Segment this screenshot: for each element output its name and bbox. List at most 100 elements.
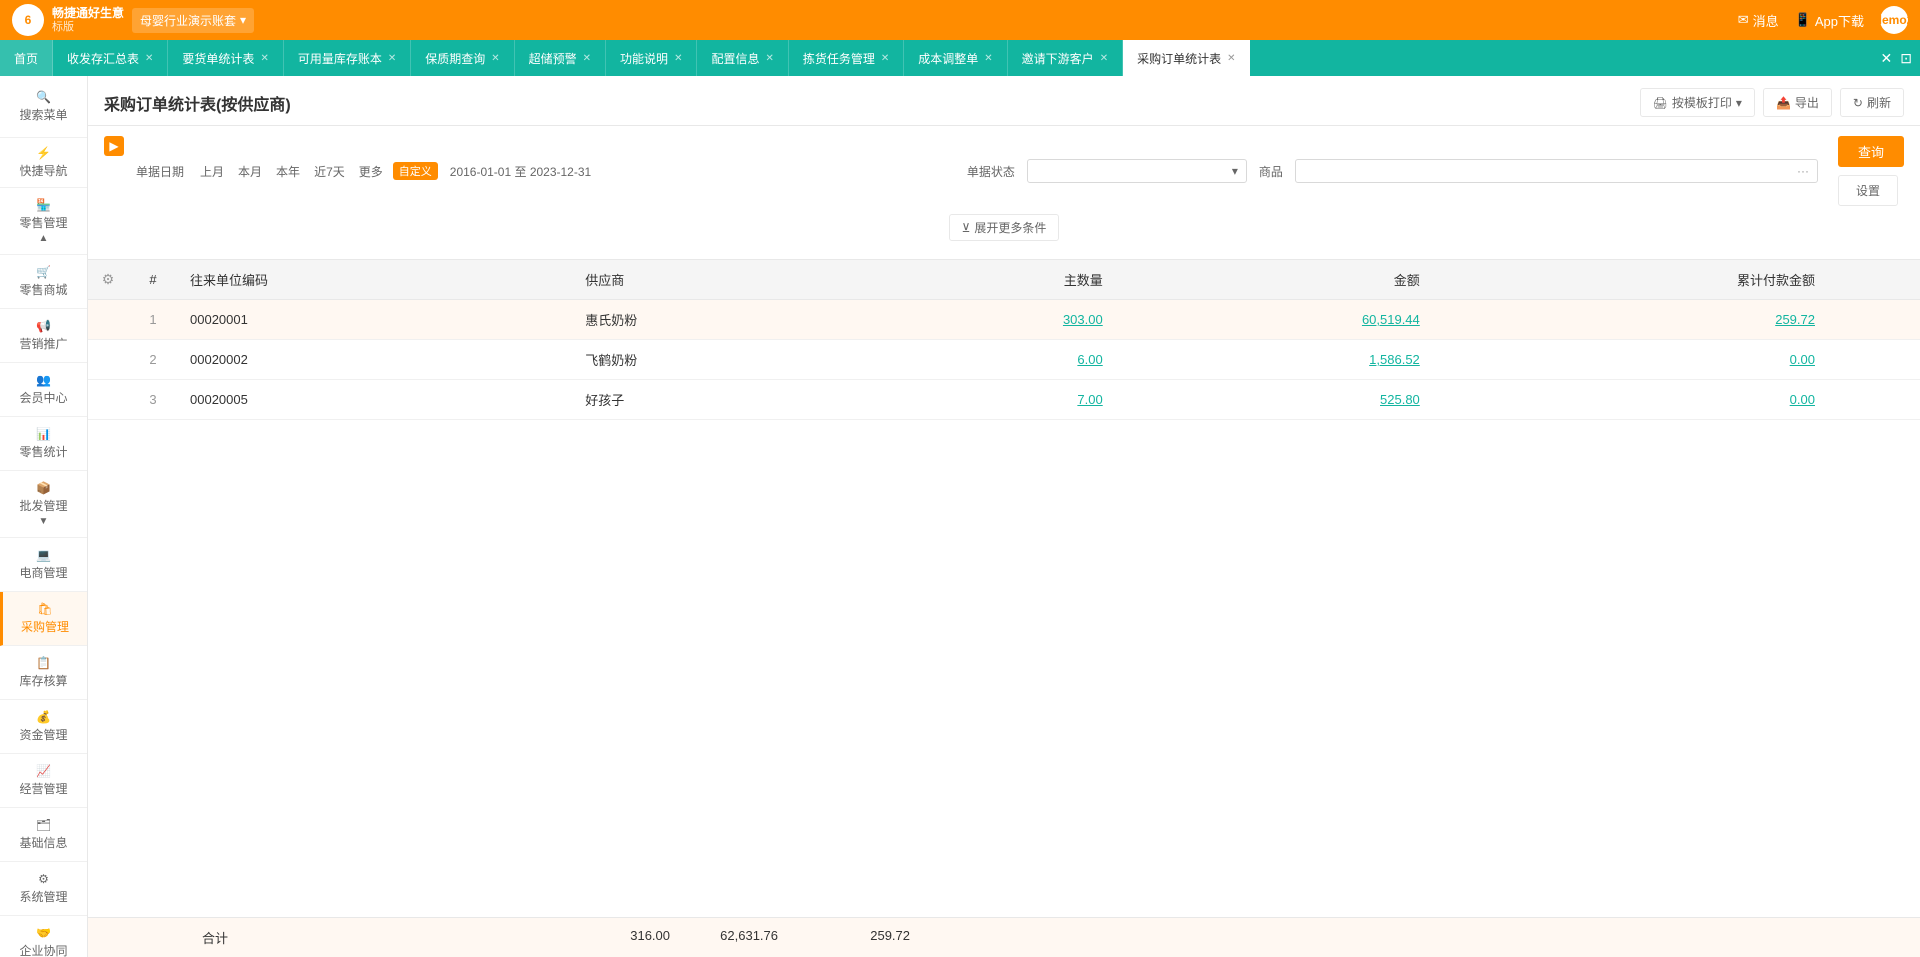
shortcut-this-year[interactable]: 本年 [272,161,304,182]
shortcut-this-month[interactable]: 本月 [234,161,266,182]
sidebar-item-wholesale-mgmt[interactable]: 📦 批发管理 ▼ [0,471,87,538]
quick-nav-icon: ⚡ [36,146,51,160]
shortcut-more[interactable]: 更多 [355,161,387,182]
tab-config-info[interactable]: 配置信息 ✕ [697,40,788,76]
avatar[interactable]: demo2 [1880,6,1908,34]
filter-area: ▶ 单据日期 上月 本月 本年 近7天 更多 自定义 2016 [88,126,1920,260]
shortcut-last-month[interactable]: 上月 [196,161,228,182]
tab-receive-send[interactable]: 收发存汇总表 ✕ [53,40,168,76]
table-row: 3 00020005 好孩子 7.00 525.80 0.00 [88,380,1920,420]
footer-amount: 62,631.76 [670,928,790,947]
tab-overstock[interactable]: 超储预警 ✕ [515,40,606,76]
row3-paid[interactable]: 0.00 [1432,380,1827,420]
row2-amount[interactable]: 1,586.52 [1115,340,1432,380]
app-download-btn[interactable]: 📱 App下载 [1795,11,1864,30]
tab-cost-adjust[interactable]: 成本调整单 ✕ [904,40,1007,76]
tab-receive-send-close[interactable]: ✕ [145,53,153,64]
tab-order-stats-close[interactable]: ✕ [260,53,268,64]
th-settings[interactable]: ⚙ [88,260,128,300]
row1-amount[interactable]: 60,519.44 [1115,300,1432,340]
ops-label: 经营管理 [19,780,67,797]
tab-purchase-stats[interactable]: 采购订单统计表 ✕ [1123,40,1250,76]
row3-vendor-code: 00020005 [178,380,573,420]
inventory-icon: 📋 [36,656,51,670]
wholesale-label: 批发管理 [19,497,67,514]
tab-receive-send-label: 收发存汇总表 [67,50,139,67]
shortcut-7days[interactable]: 近7天 [310,161,349,182]
tab-warranty-close[interactable]: ✕ [491,53,499,64]
row1-paid[interactable]: 259.72 [1432,300,1827,340]
custom-date-badge[interactable]: 自定义 [393,162,438,180]
sidebar-item-sys-mgmt[interactable]: ⚙ 系统管理 [0,862,87,916]
row3-amount[interactable]: 525.80 [1115,380,1432,420]
expand-tabs-icon[interactable]: ⊡ [1900,50,1912,67]
sidebar-item-basic-info[interactable]: 🗂 基础信息 [0,808,87,862]
export-btn[interactable]: 📤 导出 [1763,88,1832,117]
tab-invite-downstream[interactable]: 邀请下游客户 ✕ [1008,40,1123,76]
tab-usable-inventory-label: 可用量库存账本 [298,50,382,67]
row1-vendor-code: 00020001 [178,300,573,340]
tab-overstock-label: 超储预警 [529,50,577,67]
tab-invite-downstream-close[interactable]: ✕ [1100,53,1108,64]
messages-btn[interactable]: ✉ 消息 [1738,11,1779,30]
sidebar-item-marketing[interactable]: 📢 营销推广 [0,309,87,363]
app-name: 畅捷通好生意 [52,6,124,20]
filter-toggle-btn[interactable]: ▶ [104,136,124,156]
row2-paid[interactable]: 0.00 [1432,340,1827,380]
sidebar-item-ops-mgmt[interactable]: 📈 经营管理 [0,754,87,808]
status-filter-select[interactable]: ▾ [1027,159,1247,183]
tab-usable-inventory[interactable]: 可用量库存账本 ✕ [284,40,411,76]
row3-extra [1827,380,1920,420]
tab-picking-task-close[interactable]: ✕ [881,53,889,64]
sidebar-search-section: 🔍 搜索菜单 [0,76,87,138]
tab-order-stats[interactable]: 要货单统计表 ✕ [168,40,283,76]
close-all-icon[interactable]: ✕ [1881,50,1893,67]
tab-config-info-close[interactable]: ✕ [765,53,773,64]
retail-mgmt-label: 零售管理 [19,214,67,231]
wholesale-icon: 📦 [36,481,51,495]
sidebar-item-retail-stats[interactable]: 📊 零售统计 [0,417,87,471]
tab-usable-inventory-close[interactable]: ✕ [388,53,396,64]
logo-icon: 6 [12,4,44,36]
row2-qty[interactable]: 6.00 [868,340,1115,380]
settings-btn[interactable]: 设置 [1838,175,1898,206]
tab-overstock-close[interactable]: ✕ [583,53,591,64]
goods-filter-input[interactable] [1304,164,1797,178]
search-menu-btn[interactable]: 🔍 搜索菜单 [8,84,79,129]
quick-nav-btn[interactable]: ⚡ 快捷导航 [0,138,87,188]
th-vendor-code: 往来单位编码 [178,260,573,300]
settings-col-icon[interactable]: ⚙ [102,271,115,287]
tab-picking-task[interactable]: 拣货任务管理 ✕ [789,40,904,76]
row1-qty[interactable]: 303.00 [868,300,1115,340]
tab-function-desc-close[interactable]: ✕ [674,53,682,64]
sidebar-item-purchase-mgmt[interactable]: 🛍 采购管理 [0,592,87,646]
expand-more-btn[interactable]: ⊻ 展开更多条件 [949,214,1060,241]
sidebar-item-retail-mall[interactable]: 🛒 零售商城 [0,255,87,309]
footer-paid: 259.72 [790,928,910,947]
tab-purchase-stats-close[interactable]: ✕ [1227,53,1235,64]
tab-home[interactable]: 首页 [0,40,53,76]
tab-function-desc[interactable]: 功能说明 ✕ [606,40,697,76]
member-center-icon: 👥 [36,373,51,387]
row3-qty[interactable]: 7.00 [868,380,1115,420]
th-qty: 主数量 [868,260,1115,300]
th-paid: 累计付款金额 [1432,260,1827,300]
sidebar-item-ecom-mgmt[interactable]: 💻 电商管理 [0,538,87,592]
sidebar-item-member-center[interactable]: 👥 会员中心 [0,363,87,417]
refresh-btn[interactable]: ↻ 刷新 [1840,88,1904,117]
table-area: ⚙ # 往来单位编码 供应商 主数量 金额 累计付款金额 1 [88,260,1920,917]
sidebar-item-enterprise-collab[interactable]: 🤝 企业协同 [0,916,87,957]
query-btn[interactable]: 查询 [1838,136,1904,167]
workspace-selector[interactable]: 母婴行业演示账套 ▾ [132,8,254,33]
sidebar-item-finance-mgmt[interactable]: 💰 资金管理 [0,700,87,754]
sidebar-item-inventory-check[interactable]: 📋 库存核算 [0,646,87,700]
print-btn[interactable]: 🖨 按模板打印 ▾ [1640,88,1755,117]
sidebar-item-retail-mgmt[interactable]: 🏪 零售管理 ▲ [0,188,87,255]
tab-warranty[interactable]: 保质期查询 ✕ [411,40,514,76]
print-dropdown-icon: ▾ [1736,96,1742,110]
search-menu-label: 搜索菜单 [19,106,67,123]
goods-more-icon[interactable]: ··· [1797,164,1809,178]
tab-cost-adjust-close[interactable]: ✕ [984,53,992,64]
chevron-icon: ▲ [39,233,49,244]
ops-icon: 📈 [36,764,51,778]
